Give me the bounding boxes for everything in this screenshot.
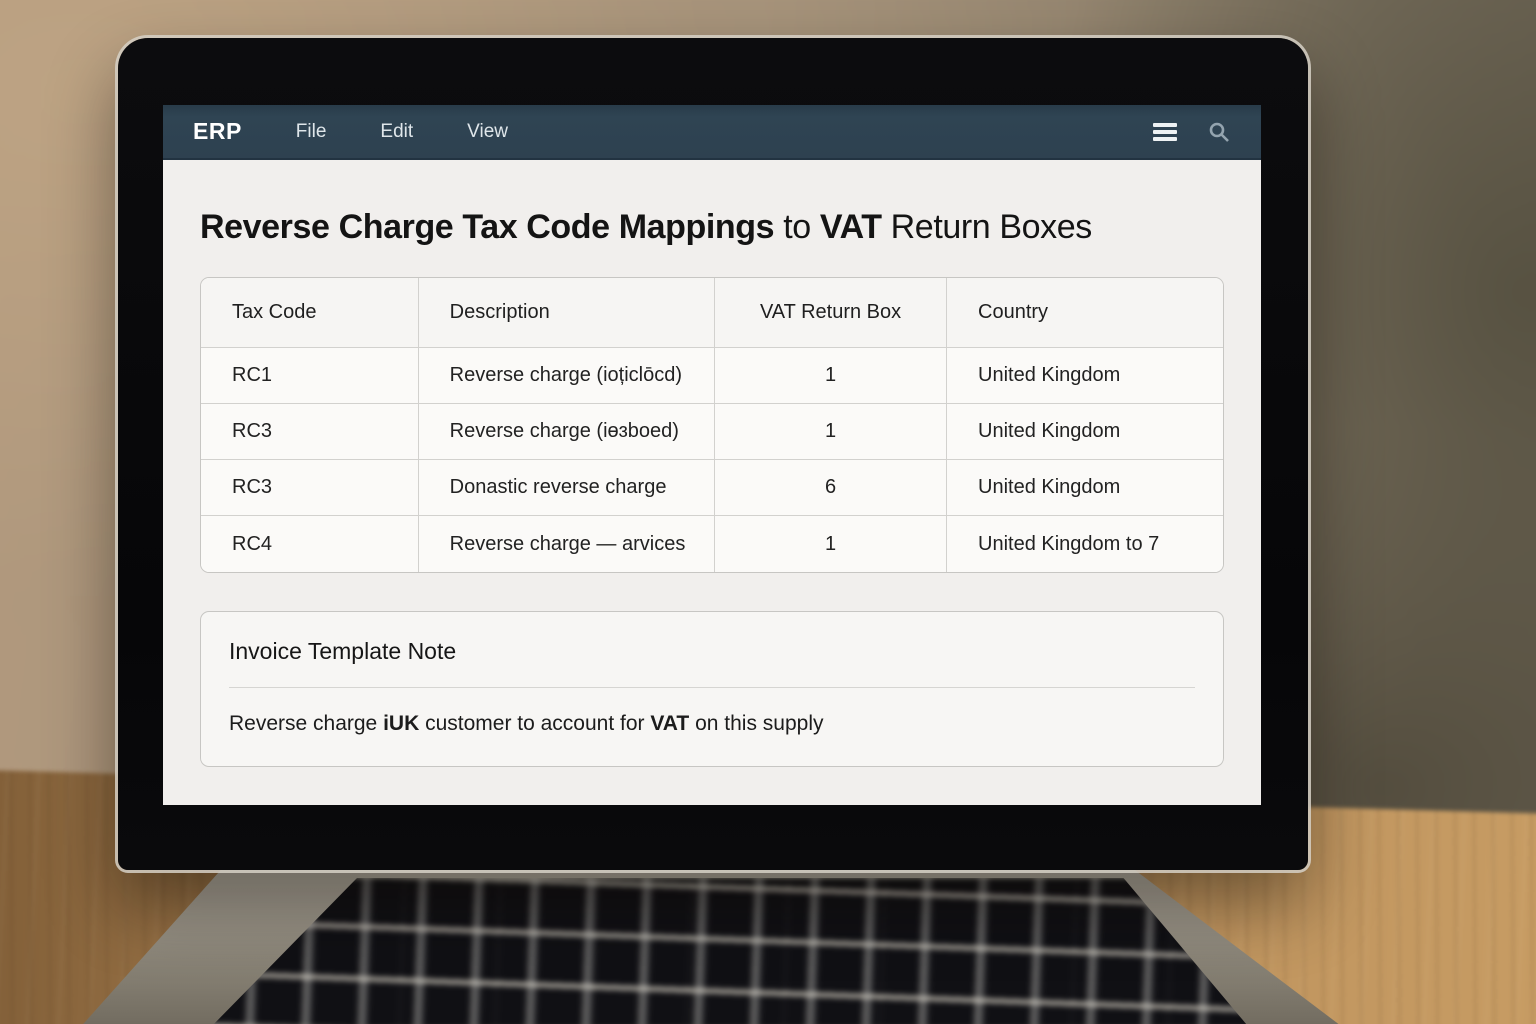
laptop-base <box>79 852 1344 1024</box>
note-body: Reverse charge iUK customer to account f… <box>229 712 1195 736</box>
menu-icon[interactable] <box>1153 122 1177 142</box>
table-cell-vat-box: 1 <box>715 516 948 572</box>
table-cell-country: United Kingdom <box>947 460 1223 516</box>
title-bold-2: VAT <box>819 208 882 246</box>
table-cell-tax-code: RC3 <box>201 404 419 460</box>
note-heading: Invoice Template Note <box>229 638 457 664</box>
title-bold-1: Reverse Charge Tax Code Mappings <box>200 208 775 246</box>
table-cell-country: United Kingdom <box>947 404 1223 460</box>
menu-item-edit[interactable]: Edit <box>380 121 413 143</box>
page-content: Reverse Charge Tax Code Mappings to VAT … <box>163 208 1261 767</box>
note-bold-2: VAT <box>650 712 690 735</box>
note-text-2: customer to account for <box>419 712 651 735</box>
main-menu: File Edit View <box>296 121 508 143</box>
column-header-tax-code: Tax Code <box>201 278 419 348</box>
table-cell-vat-box: 1 <box>715 404 948 460</box>
table-cell-description: Reverse charge (iɵɜboed) <box>418 404 716 460</box>
title-text-2: Return Boxes <box>881 208 1093 246</box>
table-cell-vat-box: 1 <box>715 348 948 404</box>
table-cell-tax-code: RC1 <box>201 348 419 404</box>
column-header-vat-return-box: VAT Return Box <box>715 278 948 348</box>
menu-item-view[interactable]: View <box>467 121 508 143</box>
page-title: Reverse Charge Tax Code Mappings to VAT … <box>200 208 1224 247</box>
table-cell-description: Donastic reverse charge <box>418 460 716 516</box>
laptop-lid: ERP File Edit View Reverse Charge Tax Co… <box>118 38 1308 870</box>
column-header-description: Description <box>418 278 716 348</box>
table-cell-tax-code: RC4 <box>201 516 419 572</box>
column-header-country: Country <box>947 278 1223 348</box>
table-cell-description: Reverse charge — arvices <box>418 516 716 572</box>
menu-bar-actions <box>1153 120 1231 144</box>
tax-code-mapping-table: Tax Code Description VAT Return Box Coun… <box>200 277 1224 573</box>
table-cell-vat-box: 6 <box>715 460 948 516</box>
table-cell-country: United Kingdom <box>947 348 1223 404</box>
laptop-screen: ERP File Edit View Reverse Charge Tax Co… <box>163 105 1261 805</box>
table-cell-description: Reverse charge (ioțiclōcd) <box>418 348 716 404</box>
search-icon[interactable] <box>1207 120 1231 144</box>
table-cell-tax-code: RC3 <box>201 460 419 516</box>
title-text-1: to <box>774 208 820 246</box>
menu-bar: ERP File Edit View <box>163 105 1261 160</box>
laptop: ERP File Edit View Reverse Charge Tax Co… <box>0 0 1536 1024</box>
note-divider <box>229 687 1195 688</box>
invoice-template-note-card: Invoice Template Note Reverse charge iUK… <box>200 611 1224 767</box>
note-bold-1: iUK <box>383 712 420 735</box>
note-text-3: on this supply <box>689 712 824 735</box>
app-logo: ERP <box>193 118 242 144</box>
laptop-keyboard <box>210 878 1250 1024</box>
menu-item-file[interactable]: File <box>296 121 327 143</box>
note-text-1: Reverse charge <box>229 712 384 735</box>
table-cell-country: United Kingdom to 7 <box>947 516 1223 572</box>
